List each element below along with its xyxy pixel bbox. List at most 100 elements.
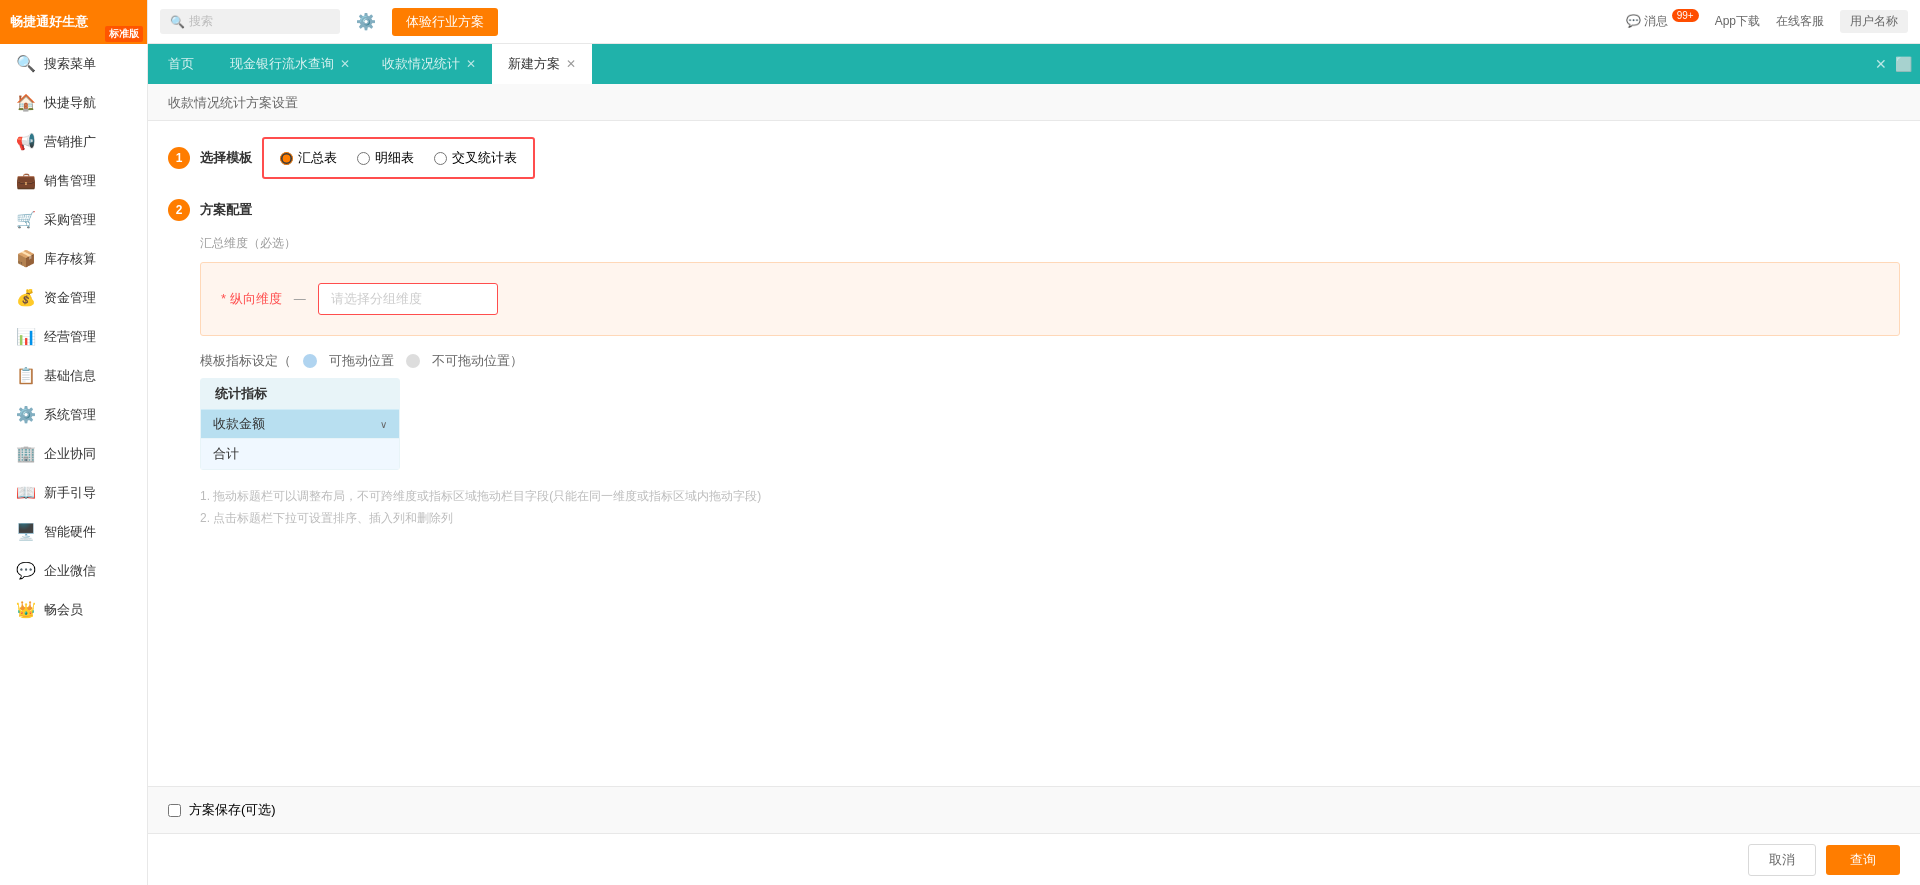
sidebar-item-label: 畅会员 <box>44 601 83 619</box>
logo-badge: 标准版 <box>105 26 143 42</box>
footer-bar: 取消 查询 <box>148 833 1920 885</box>
sidebar-item-label: 智能硬件 <box>44 523 96 541</box>
settings-icon[interactable]: ⚙️ <box>356 12 376 31</box>
sidebar-logo: 畅捷通好生意 标准版 <box>0 0 147 44</box>
sidebar-item-hardware[interactable]: 🖥️ 智能硬件 <box>0 512 147 551</box>
tab-bar-controls: ✕ ⬜ <box>1875 56 1920 72</box>
sidebar-item-marketing[interactable]: 📢 营销推广 <box>0 122 147 161</box>
sidebar-item-search[interactable]: 🔍 搜索菜单 <box>0 44 147 83</box>
metrics-row-total: 合计 <box>201 438 399 469</box>
save-section: 方案保存(可选) <box>148 786 1920 833</box>
query-button[interactable]: 查询 <box>1826 845 1900 875</box>
tab-close-all-icon[interactable]: ✕ <box>1875 56 1887 72</box>
metrics-title: 模板指标设定（ <box>200 352 291 370</box>
search-icon: 🔍 <box>170 15 185 29</box>
sidebar-item-enterprise[interactable]: 🏢 企业协同 <box>0 434 147 473</box>
sidebar-item-finance[interactable]: 💰 资金管理 <box>0 278 147 317</box>
radio-group: 汇总表 明细表 交叉统计表 <box>280 149 517 167</box>
management-icon: 📊 <box>16 327 36 346</box>
page-area: 收款情况统计方案设置 1 选择模板 汇总表 <box>148 84 1920 885</box>
sidebar-item-label: 采购管理 <box>44 211 96 229</box>
sidebar-item-management[interactable]: 📊 经营管理 <box>0 317 147 356</box>
save-checkbox[interactable] <box>168 804 181 817</box>
metrics-col-header[interactable]: 收款金额 ∨ <box>201 409 399 438</box>
radio-summary-input[interactable] <box>280 152 293 165</box>
dimension-label-text: 汇总维度（必选） <box>200 236 296 250</box>
sidebar-item-purchase[interactable]: 🛒 采购管理 <box>0 200 147 239</box>
dimension-arrow: — <box>294 292 306 306</box>
row-total-label: 合计 <box>213 446 239 461</box>
tab-new-plan-label: 新建方案 <box>508 55 560 73</box>
sales-icon: 💼 <box>16 171 36 190</box>
tab-new-plan-close[interactable]: ✕ <box>566 57 576 71</box>
enterprise-icon: 🏢 <box>16 444 36 463</box>
sidebar-item-basic[interactable]: 📋 基础信息 <box>0 356 147 395</box>
tip2-row: 2. 点击标题栏下拉可设置排序、插入列和删除列 <box>200 508 1900 530</box>
non-draggable-label: 不可拖动位置） <box>432 352 523 370</box>
wechat-icon: 💬 <box>16 561 36 580</box>
tab-cashflow[interactable]: 现金银行流水查询 ✕ <box>214 44 366 84</box>
tab-collection-close[interactable]: ✕ <box>466 57 476 71</box>
content-area: 1 选择模板 汇总表 明细表 <box>148 121 1920 786</box>
radio-summary-label: 汇总表 <box>298 149 337 167</box>
radio-detail[interactable]: 明细表 <box>357 149 414 167</box>
sidebar-item-label: 系统管理 <box>44 406 96 424</box>
search-placeholder: 搜索 <box>189 13 213 30</box>
vertical-dimension-label: * 纵向维度 <box>221 290 282 308</box>
sidebar-item-sales[interactable]: 💼 销售管理 <box>0 161 147 200</box>
step2-number: 2 <box>168 199 190 221</box>
radio-detail-label: 明细表 <box>375 149 414 167</box>
sidebar-item-member[interactable]: 👑 畅会员 <box>0 590 147 629</box>
page-title: 收款情况统计方案设置 <box>168 95 298 110</box>
tab-home[interactable]: 首页 <box>148 44 214 84</box>
basic-icon: 📋 <box>16 366 36 385</box>
tab-new-plan[interactable]: 新建方案 ✕ <box>492 44 592 84</box>
step1-header: 1 选择模板 汇总表 明细表 <box>168 137 1900 179</box>
step1-section: 1 选择模板 汇总表 明细表 <box>168 137 1900 179</box>
radio-summary[interactable]: 汇总表 <box>280 149 337 167</box>
tab-cashflow-label: 现金银行流水查询 <box>230 55 334 73</box>
col-dropdown-icon[interactable]: ∨ <box>380 419 387 430</box>
metrics-label-row: 模板指标设定（ 可拖动位置 不可拖动位置） <box>200 352 1900 370</box>
user-name[interactable]: 用户名称 <box>1840 10 1908 33</box>
radio-cross[interactable]: 交叉统计表 <box>434 149 517 167</box>
sidebar-item-label: 基础信息 <box>44 367 96 385</box>
message-badge: 99+ <box>1672 9 1699 22</box>
header-right: 💬 消息 99+ App下载 在线客服 用户名称 <box>1626 10 1908 33</box>
dimension-area: * 纵向维度 — 请选择分组维度 <box>200 262 1900 336</box>
tab-collection[interactable]: 收款情况统计 ✕ <box>366 44 492 84</box>
sidebar-item-guide[interactable]: 📖 新手引导 <box>0 473 147 512</box>
download-label[interactable]: App下载 <box>1715 13 1760 30</box>
step2-header: 2 方案配置 <box>168 199 1900 221</box>
tab-cashflow-close[interactable]: ✕ <box>340 57 350 71</box>
draggable-label: 可拖动位置 <box>329 352 394 370</box>
dimension-select[interactable]: 请选择分组维度 <box>318 283 498 315</box>
tips-area: 1. 拖动标题栏可以调整布局，不可跨维度或指标区域拖动栏目字段(只能在同一维度或… <box>200 486 1900 529</box>
purchase-icon: 🛒 <box>16 210 36 229</box>
save-label: 方案保存(可选) <box>189 801 276 819</box>
message-section[interactable]: 💬 消息 99+ <box>1626 13 1699 30</box>
dimension-config-label: 汇总维度（必选） <box>200 235 1900 252</box>
dot-draggable <box>303 354 317 368</box>
finance-icon: 💰 <box>16 288 36 307</box>
cancel-button[interactable]: 取消 <box>1748 844 1816 876</box>
sidebar-item-label: 快捷导航 <box>44 94 96 112</box>
col-header-label: 收款金额 <box>213 415 265 433</box>
step1-number: 1 <box>168 147 190 169</box>
industry-solution-button[interactable]: 体验行业方案 <box>392 8 498 36</box>
home-icon: 🏠 <box>16 93 36 112</box>
radio-detail-input[interactable] <box>357 152 370 165</box>
tab-bar: 首页 现金银行流水查询 ✕ 收款情况统计 ✕ 新建方案 ✕ ✕ ⬜ <box>148 44 1920 84</box>
top-header: 🔍 搜索 ⚙️ 体验行业方案 💬 消息 99+ App下载 在线客服 用户名称 <box>148 0 1920 44</box>
dimension-placeholder: 请选择分组维度 <box>331 291 422 306</box>
sidebar-item-nav[interactable]: 🏠 快捷导航 <box>0 83 147 122</box>
sidebar-item-label: 营销推广 <box>44 133 96 151</box>
sidebar-item-system[interactable]: ⚙️ 系统管理 <box>0 395 147 434</box>
message-label: 消息 <box>1644 14 1668 28</box>
header-search[interactable]: 🔍 搜索 <box>160 9 340 34</box>
sidebar-item-wechat[interactable]: 💬 企业微信 <box>0 551 147 590</box>
service-label[interactable]: 在线客服 <box>1776 13 1824 30</box>
tab-maximize-icon[interactable]: ⬜ <box>1895 56 1912 72</box>
radio-cross-input[interactable] <box>434 152 447 165</box>
sidebar-item-inventory[interactable]: 📦 库存核算 <box>0 239 147 278</box>
